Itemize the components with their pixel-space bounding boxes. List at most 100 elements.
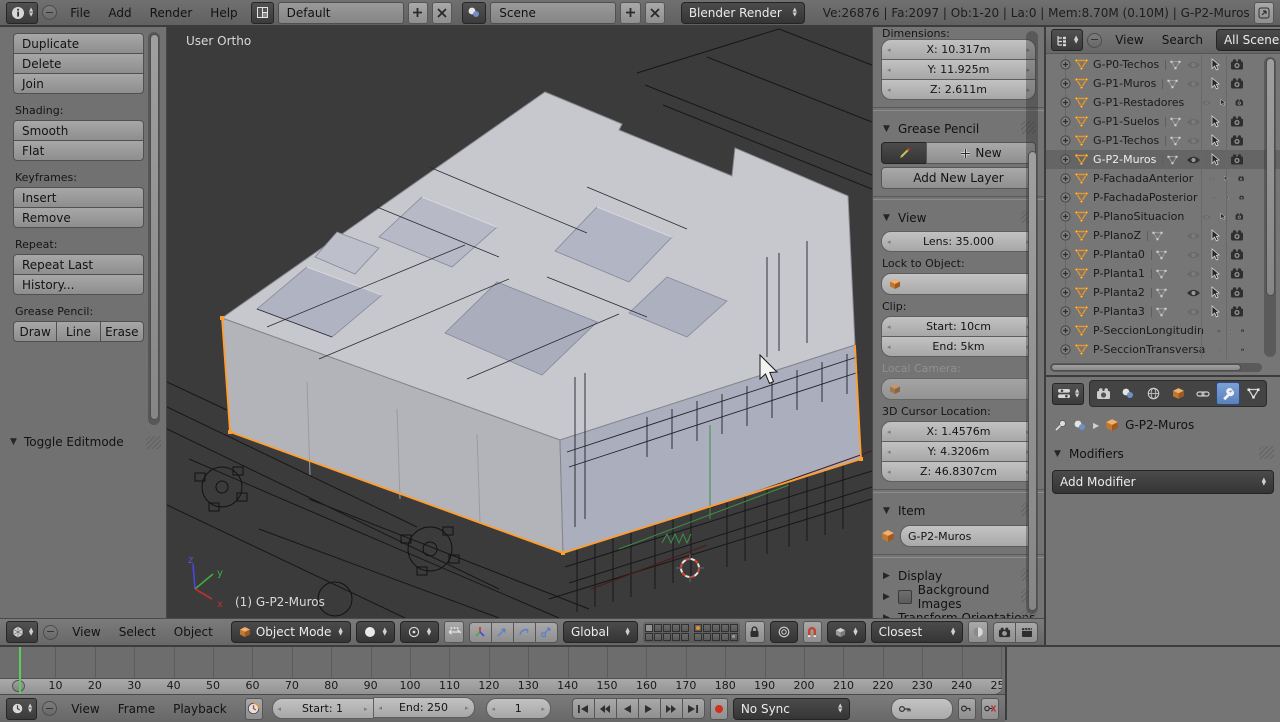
previous-keyframe-button[interactable] [593,698,617,719]
snap-target-dropdown[interactable]: Closest ▲ ▼ [870,621,964,643]
expand-icon[interactable] [1060,344,1071,355]
expand-icon[interactable] [1060,192,1071,203]
dimension-z-field[interactable]: Z: 2.611m [881,79,1036,100]
dimension-y-field[interactable]: Y: 11.925m [881,59,1036,80]
outliner-row[interactable]: P-Planta1 [1046,264,1280,283]
renderable-camera-icon[interactable] [1230,230,1244,241]
transform-orientation-dropdown[interactable]: Global ▲ ▼ [562,621,638,643]
selectable-arrow-icon[interactable] [1209,267,1221,280]
outliner-item-label[interactable]: G-P1-Suelos [1093,115,1159,128]
modifiers-panel-header[interactable]: ▼ Modifiers [1052,443,1274,464]
toolshelf-button-smooth[interactable]: Smooth [13,120,144,141]
add-layout-button[interactable] [407,1,428,24]
visibility-eye-icon[interactable] [1186,288,1201,298]
tab-constraints[interactable] [1191,382,1215,405]
renderable-camera-icon[interactable] [1230,154,1244,165]
add-modifier-dropdown[interactable]: Add Modifier ▲ ▼ [1052,470,1274,494]
renderable-camera-icon[interactable] [1230,135,1244,146]
outliner-item-label[interactable]: G-P0-Techos [1093,58,1159,71]
record-button[interactable] [709,697,728,720]
layers-widget[interactable] [642,621,740,643]
operator-redo-panel[interactable]: ▼ Toggle Editmode [0,430,167,454]
renderable-camera-icon[interactable] [1230,249,1244,260]
renderable-camera-icon[interactable] [1230,287,1244,298]
manipulator-toggle-button[interactable] [444,621,464,643]
tab-object[interactable] [1166,382,1190,405]
timeline-menu-playback[interactable]: Playback [164,702,236,716]
outliner-item-label[interactable]: G-P1-Restadores [1093,96,1184,109]
selectable-arrow-icon[interactable] [1209,77,1221,90]
selectable-arrow-icon[interactable] [1209,305,1221,318]
outliner-hscrollbar[interactable] [1050,363,1262,372]
visibility-eye-icon[interactable] [1209,174,1216,184]
add-new-layer-button[interactable]: Add New Layer [881,167,1036,189]
view-panel-header[interactable]: ▼ View [881,207,1036,228]
panel-grip[interactable] [1259,446,1274,459]
toolshelf-button-join[interactable]: Join [13,73,144,94]
renderable-camera-icon[interactable] [1230,78,1244,89]
outliner-item-label[interactable]: P-SeccionLongitudin [1093,324,1204,337]
visibility-eye-icon[interactable] [1186,250,1201,260]
clip-end-field[interactable]: End: 5km [881,336,1036,357]
grease-pencil-panel-header[interactable]: ▼ Grease Pencil [881,118,1036,139]
outliner-item-label[interactable]: P-FachadaAnterior [1093,172,1193,185]
toolshelf-button-delete[interactable]: Delete [13,53,144,74]
renderable-camera-icon[interactable] [1239,192,1244,203]
menu-help[interactable]: Help [201,6,246,20]
editor-type-selector[interactable]: ▲ ▼ [1052,382,1085,405]
scene-icon-button[interactable] [462,1,487,24]
pulldown-collapse-icon[interactable] [1087,32,1103,48]
outliner-row[interactable]: P-PlanoSituacion [1046,207,1280,226]
pulldown-collapse-icon[interactable] [43,624,59,640]
renderable-camera-icon[interactable] [1240,325,1244,336]
add-scene-button[interactable] [620,1,641,24]
item-panel-header[interactable]: ▼ Item [881,500,1036,521]
visibility-eye-icon[interactable] [1186,117,1201,127]
pulldown-collapse-icon[interactable] [42,701,58,716]
expand-icon[interactable] [1060,59,1071,70]
viewport-menu-object[interactable]: Object [165,625,222,639]
snap-toggle-button[interactable] [802,621,823,643]
selectable-arrow-icon[interactable] [1229,343,1232,356]
clip-start-field[interactable]: Start: 10cm [881,316,1036,337]
visibility-eye-icon[interactable] [1186,269,1201,279]
visibility-eye-icon[interactable] [1186,136,1201,146]
scene-icon[interactable] [1073,419,1087,432]
tab-world[interactable] [1141,382,1165,405]
renderable-camera-icon[interactable] [1235,97,1244,108]
tab-object-data[interactable] [1241,382,1265,405]
tab-scene[interactable] [1116,382,1140,405]
renderable-camera-icon[interactable] [1230,306,1244,317]
opengl-render-animation-button[interactable] [1015,621,1038,643]
keying-set-field[interactable] [891,697,954,720]
expand-icon[interactable] [1060,154,1071,165]
opengl-render-image-button[interactable] [993,621,1016,643]
outliner-vscrollbar[interactable] [1264,57,1276,357]
outliner-row[interactable]: P-Planta0 [1046,245,1280,264]
tab-modifiers[interactable] [1216,382,1241,405]
outliner-item-label[interactable]: P-SeccionTransversa [1093,343,1205,356]
translate-manipulator-button[interactable] [490,621,514,643]
current-frame-field[interactable]: 1 [485,698,551,719]
layers-grid-2[interactable] [693,623,738,641]
use-preview-range-button[interactable] [244,697,263,720]
outliner-row[interactable]: P-Planta3 [1046,302,1280,321]
pin-icon[interactable] [1054,419,1067,432]
manipulator-axis-button[interactable] [468,621,492,643]
outliner-row[interactable]: P-SeccionTransversa [1046,340,1280,359]
snap-element-dropdown[interactable]: ▲ ▼ [827,621,866,643]
outliner-row[interactable]: G-P1-Restadores [1046,93,1280,112]
insert-keyframe-button[interactable] [958,697,977,720]
cursor-x-field[interactable]: X: 1.4576m [881,421,1036,442]
jump-to-end-button[interactable] [681,698,705,719]
outliner-row[interactable]: G-P1-Techos [1046,131,1280,150]
current-frame-indicator[interactable] [19,647,21,694]
toolshelf-button-erase[interactable]: Erase [99,321,144,342]
rotate-manipulator-button[interactable] [512,621,536,643]
lock-object-field[interactable] [881,273,1036,295]
outliner-row[interactable]: G-P1-Muros [1046,74,1280,93]
visibility-eye-icon[interactable] [1186,155,1201,165]
expand-icon[interactable] [1060,230,1071,241]
toolshelf-button-draw[interactable]: Draw [13,321,58,342]
cursor-z-field[interactable]: Z: 46.8307cm [881,461,1036,482]
